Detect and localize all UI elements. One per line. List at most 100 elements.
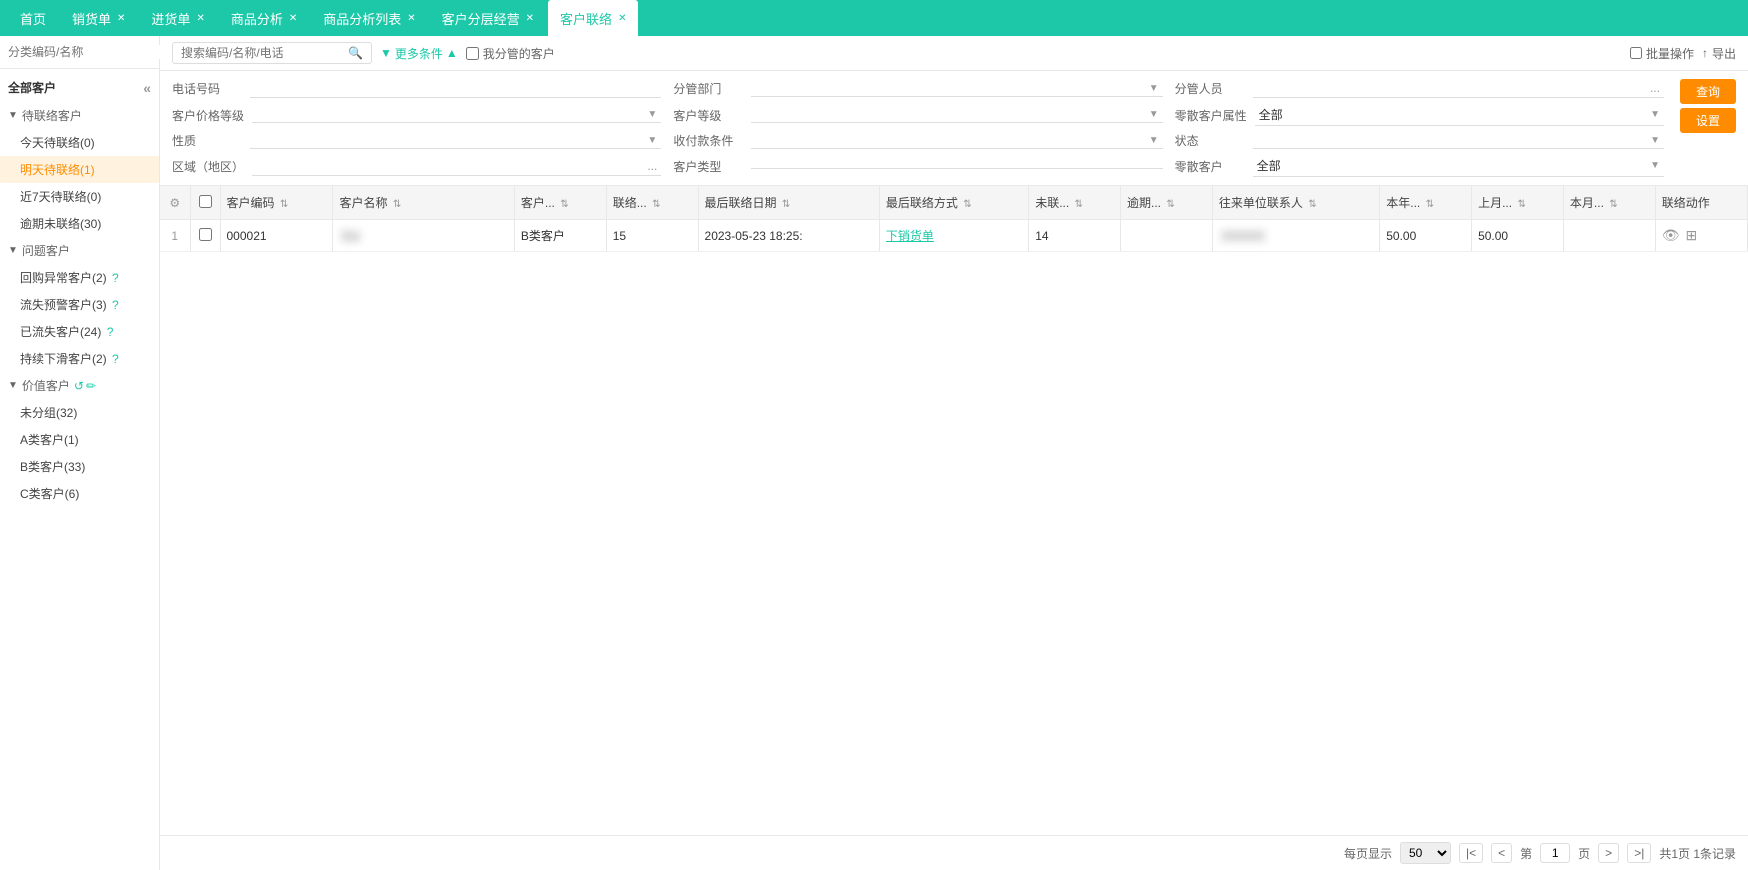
filter-region: 区域（地区） ... — [172, 157, 661, 176]
nav-customer-contact[interactable]: 客户联络 ✕ — [548, 0, 638, 36]
row-checkbox[interactable] — [199, 228, 212, 241]
sidebar-item-today[interactable]: 今天待联络(0) — [0, 129, 159, 156]
close-icon[interactable]: ✕ — [289, 13, 297, 24]
td-this-year: 50.00 — [1380, 220, 1472, 252]
arrow-icon: ▼ — [8, 380, 18, 391]
search-icon[interactable]: 🔍 — [348, 46, 363, 60]
nav-product-analysis-list[interactable]: 商品分析列表 ✕ — [311, 0, 427, 36]
close-icon[interactable]: ✕ — [117, 13, 125, 24]
query-button[interactable]: 查询 — [1680, 79, 1736, 104]
payment-select[interactable]: ▼ — [751, 133, 1162, 149]
th-action: 联络动作 — [1655, 186, 1747, 220]
sort-icon: ⇅ — [652, 199, 660, 210]
grid-icon[interactable]: ⊞ — [1686, 227, 1698, 244]
price-grade-select[interactable]: ▼ — [252, 107, 661, 123]
filter-customer-grade: 客户等级 ▼ — [673, 107, 1162, 124]
settings-button[interactable]: 设置 — [1680, 108, 1736, 133]
phone-input[interactable] — [250, 79, 661, 98]
th-last-month: 上月... ⇅ — [1472, 186, 1564, 220]
retail-attr-select[interactable]: 全部 ▼ — [1255, 104, 1664, 126]
customer-grade-select[interactable]: ▼ — [751, 107, 1162, 123]
sidebar-all-customers[interactable]: 全部客户 « — [0, 73, 159, 102]
collapse-icon[interactable]: « — [143, 80, 151, 96]
main-search-input[interactable] — [181, 46, 344, 60]
next-page-btn[interactable]: > — [1598, 843, 1619, 863]
sidebar-group-problem[interactable]: ▼ 问题客户 — [0, 237, 159, 264]
my-customers-checkbox[interactable]: 我分管的客户 — [466, 45, 555, 62]
filter-status: 状态 ▼ — [1175, 132, 1664, 149]
sidebar-item-churn-warning[interactable]: 流失预警客户(3) ? — [0, 291, 159, 318]
sidebar-item-class-a[interactable]: A类客户(1) — [0, 426, 159, 453]
my-customers-check[interactable] — [466, 47, 479, 60]
customer-name-blurred: Ea — [339, 229, 362, 243]
sidebar-item-class-b[interactable]: B类客户(33) — [0, 453, 159, 480]
sort-icon: ⇅ — [393, 199, 401, 210]
close-icon[interactable]: ✕ — [526, 13, 534, 24]
sort-icon: ⇅ — [782, 199, 790, 210]
th-company-contact: 往来单位联系人 ⇅ — [1212, 186, 1379, 220]
status-select[interactable]: ▼ — [1253, 133, 1664, 149]
filter-action-buttons: 查询 设置 — [1680, 79, 1736, 177]
nav-product-analysis[interactable]: 商品分析 ✕ — [219, 0, 309, 36]
first-page-btn[interactable]: |< — [1459, 843, 1483, 863]
dots-icon[interactable]: ... — [1650, 81, 1660, 95]
export-btn[interactable]: ↑ 导出 — [1702, 45, 1736, 62]
batch-operation-btn[interactable]: 批量操作 — [1630, 45, 1694, 62]
prev-page-btn[interactable]: < — [1491, 843, 1512, 863]
table-footer: 每页显示 50 100 200 |< < 第 页 > >| 共1页 1条记录 — [160, 835, 1748, 870]
more-conditions-btn[interactable]: ▼ 更多条件 ▲ — [380, 45, 458, 62]
retail-customer-select[interactable]: 全部 ▼ — [1253, 155, 1664, 177]
td-contacts: 15 — [606, 220, 698, 252]
chevron-down-icon: ▼ — [647, 135, 657, 146]
close-icon[interactable]: ✕ — [196, 13, 204, 24]
nav-home[interactable]: 首页 — [8, 0, 58, 36]
sidebar-item-overdue[interactable]: 逾期未联络(30) — [0, 210, 159, 237]
sidebar-item-tomorrow[interactable]: 明天待联络(1) — [0, 156, 159, 183]
td-last-contact-method: 下销货单 — [879, 220, 1028, 252]
customer-type-select[interactable] — [751, 164, 1162, 169]
sidebar-item-7days[interactable]: 近7天待联络(0) — [0, 183, 159, 210]
nature-select[interactable]: ▼ — [250, 133, 661, 149]
filter-row-1: 电话号码 分管部门 ▼ 分管人员 — [172, 79, 1664, 98]
filter-payment: 收付款条件 ▼ — [673, 132, 1162, 149]
chevron-down-icon: ▼ — [1650, 160, 1660, 171]
nav-purchase-order[interactable]: 进货单 ✕ — [139, 0, 216, 36]
dept-select[interactable]: ▼ — [751, 81, 1162, 97]
th-checkbox — [190, 186, 220, 220]
nav-sales-order[interactable]: 销货单 ✕ — [60, 0, 137, 36]
filter-panel: 电话号码 分管部门 ▼ 分管人员 — [160, 71, 1748, 186]
search-input-wrap: 🔍 — [172, 42, 372, 64]
td-name: Ea — [333, 220, 514, 252]
nav-customer-tiering[interactable]: 客户分层经营 ✕ — [430, 0, 546, 36]
td-num: 1 — [160, 220, 190, 252]
sidebar-item-declining[interactable]: 持续下滑客户(2) ? — [0, 345, 159, 372]
page-input[interactable] — [1540, 843, 1570, 863]
sidebar-group-pending[interactable]: ▼ 待联络客户 — [0, 102, 159, 129]
dots-icon[interactable]: ... — [647, 159, 657, 173]
sidebar-group-value[interactable]: ▼ 价值客户 ↺ ✏ — [0, 372, 159, 399]
td-no-contact: 14 — [1029, 220, 1121, 252]
person-select[interactable]: ... — [1253, 79, 1664, 98]
sidebar-item-ungrouped[interactable]: 未分组(32) — [0, 399, 159, 426]
filter-customer-type: 客户类型 — [673, 158, 1162, 175]
close-icon[interactable]: ✕ — [407, 13, 415, 24]
th-no-contact: 未联... ⇅ — [1029, 186, 1121, 220]
settings-icon[interactable]: ⚙ — [169, 196, 180, 210]
contact-method-link[interactable]: 下销货单 — [886, 229, 934, 243]
table-area: ⚙ 客户编码 ⇅ 客户名称 ⇅ — [160, 186, 1748, 835]
page-size-select[interactable]: 50 100 200 — [1400, 842, 1451, 864]
th-this-month: 本月... ⇅ — [1563, 186, 1655, 220]
last-page-btn[interactable]: >| — [1627, 843, 1651, 863]
eye-icon[interactable]: 👁 — [1662, 227, 1680, 244]
close-icon[interactable]: ✕ — [618, 13, 626, 24]
batch-check[interactable] — [1630, 47, 1642, 59]
sort-icon: ⇅ — [963, 199, 971, 210]
sidebar-item-class-c[interactable]: C类客户(6) — [0, 480, 159, 507]
sidebar-search-input[interactable] — [8, 45, 163, 59]
sidebar-item-churned[interactable]: 已流失客户(24) ? — [0, 318, 159, 345]
sidebar-item-abnormal-repurchase[interactable]: 回购异常客户(2) ? — [0, 264, 159, 291]
arrow-icon: ▼ — [8, 245, 18, 256]
sort-icon: ⇅ — [1609, 199, 1617, 210]
select-all-checkbox[interactable] — [199, 195, 212, 208]
region-select[interactable]: ... — [252, 157, 661, 176]
